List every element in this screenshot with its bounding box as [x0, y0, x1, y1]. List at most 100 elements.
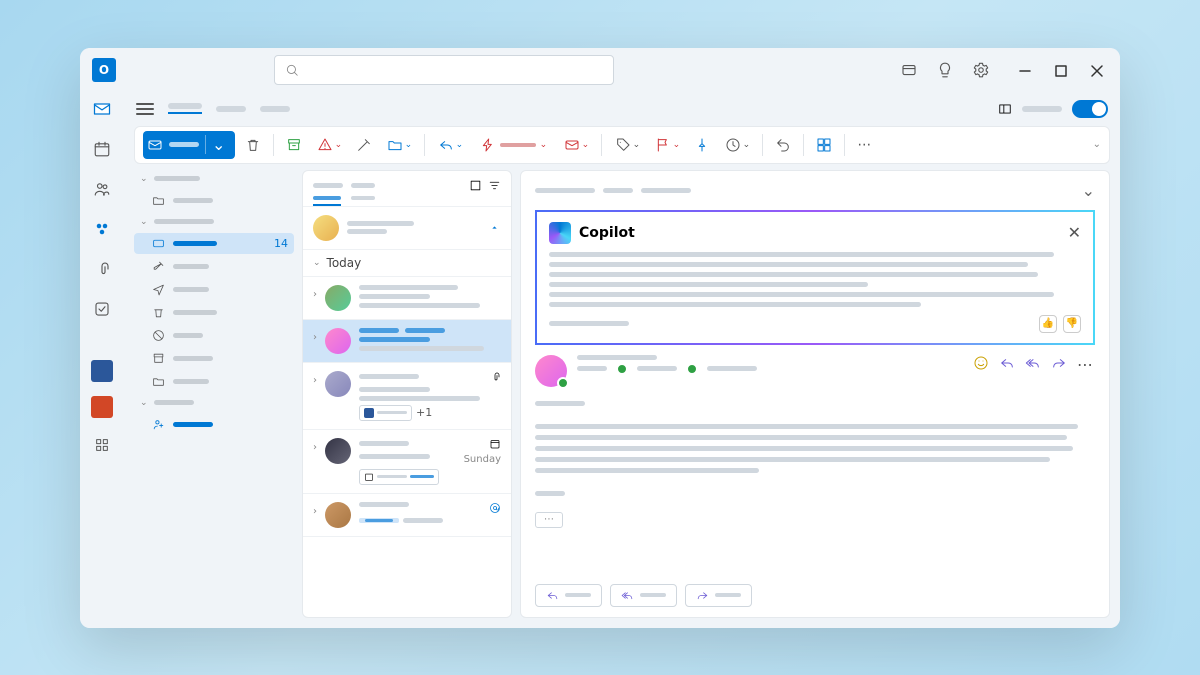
- snooze-button[interactable]: ⌄: [720, 133, 754, 157]
- powerpoint-app-icon[interactable]: [91, 396, 113, 418]
- layout-label: [1022, 106, 1062, 112]
- expand-chevron[interactable]: ›: [313, 328, 317, 343]
- more-actions[interactable]: ⋯: [1077, 355, 1095, 375]
- reply-button[interactable]: ⌄: [433, 133, 467, 157]
- read-unread-button[interactable]: ⌄: [559, 133, 593, 157]
- email-body: ⋯: [535, 397, 1095, 574]
- expand-chevron[interactable]: ›: [313, 438, 317, 453]
- thumbs-up-button[interactable]: 👍: [1039, 315, 1057, 333]
- pinned-item[interactable]: [303, 207, 511, 250]
- avatar: [325, 438, 351, 464]
- app-rail: [80, 92, 124, 628]
- ribbon-collapse-chevron[interactable]: ⌄: [1093, 139, 1101, 150]
- expand-chevron[interactable]: ›: [313, 285, 317, 300]
- rail-groups[interactable]: [89, 216, 115, 242]
- rail-files[interactable]: [89, 256, 115, 282]
- outlook-window: O: [80, 48, 1120, 628]
- rail-mail[interactable]: [89, 96, 115, 122]
- reply-button-footer[interactable]: [535, 584, 602, 607]
- folder-archive[interactable]: [134, 348, 294, 369]
- expand-chevron[interactable]: ›: [313, 502, 317, 517]
- rail-people[interactable]: [89, 176, 115, 202]
- titlebar: O: [80, 48, 1120, 92]
- folder-junk[interactable]: [134, 325, 294, 346]
- message-item-5[interactable]: ›: [303, 494, 511, 537]
- thumbs-down-button[interactable]: 👎: [1063, 315, 1081, 333]
- folder-deleted[interactable]: [134, 302, 294, 323]
- sweep-button[interactable]: [352, 133, 376, 157]
- folder-drafts[interactable]: [134, 256, 294, 277]
- groups-group[interactable]: ⌄: [134, 394, 294, 412]
- folder-favorite-1[interactable]: [134, 190, 294, 211]
- focused-tab[interactable]: [313, 196, 341, 206]
- folder-inbox[interactable]: 14: [134, 233, 294, 254]
- message-list: ⌄Today › › ›: [302, 170, 512, 618]
- sender-avatar: [535, 355, 567, 387]
- outlook-logo: O: [92, 58, 116, 82]
- message-item-3[interactable]: › +1: [303, 363, 511, 430]
- gear-icon[interactable]: [972, 61, 990, 79]
- other-tab[interactable]: [351, 196, 375, 200]
- avatar: [313, 215, 339, 241]
- pin-button[interactable]: [690, 133, 714, 157]
- more-apps-icon[interactable]: [89, 432, 115, 458]
- rail-todo[interactable]: [89, 296, 115, 322]
- undo-button[interactable]: [771, 133, 795, 157]
- filter-icon[interactable]: [488, 179, 501, 192]
- react-button[interactable]: [973, 355, 989, 375]
- inbox-count: 14: [274, 237, 288, 250]
- pin-icon: [488, 221, 501, 234]
- premium-icon[interactable]: [900, 61, 918, 79]
- copilot-close-button[interactable]: ✕: [1068, 223, 1081, 242]
- account-group[interactable]: ⌄: [134, 213, 294, 231]
- reply-all-button-footer[interactable]: [610, 584, 677, 607]
- add-group[interactable]: [134, 414, 294, 435]
- reply-all-action[interactable]: [1025, 355, 1041, 375]
- message-item-2[interactable]: ›: [303, 320, 511, 363]
- message-item-1[interactable]: ›: [303, 277, 511, 320]
- maximize-button[interactable]: [1054, 63, 1068, 77]
- report-button[interactable]: ⌄: [312, 133, 346, 157]
- word-app-icon[interactable]: [91, 360, 113, 382]
- tab-row: [124, 92, 1120, 126]
- rail-calendar[interactable]: [89, 136, 115, 162]
- view-settings-button[interactable]: [812, 133, 836, 157]
- flag-button[interactable]: ⌄: [650, 133, 684, 157]
- today-section[interactable]: ⌄Today: [303, 250, 511, 277]
- hamburger-button[interactable]: [136, 103, 154, 115]
- message-item-4[interactable]: › Sunday: [303, 430, 511, 494]
- reply-action[interactable]: [999, 355, 1015, 375]
- forward-button-footer[interactable]: [685, 584, 752, 607]
- tab-help[interactable]: [260, 106, 290, 112]
- expand-chevron[interactable]: ›: [313, 371, 317, 386]
- lightbulb-icon[interactable]: [936, 61, 954, 79]
- archive-button[interactable]: [282, 133, 306, 157]
- folder-pane: ⌄ ⌄ 14 ⌄: [134, 170, 294, 618]
- tag-button[interactable]: ⌄: [610, 133, 644, 157]
- attachment-chip[interactable]: [359, 405, 412, 421]
- minimize-button[interactable]: [1018, 63, 1032, 77]
- quicksteps-button[interactable]: ⌄: [473, 133, 553, 157]
- tab-home[interactable]: [168, 103, 202, 114]
- folder-custom[interactable]: [134, 371, 294, 392]
- folder-sent[interactable]: [134, 279, 294, 300]
- move-to-button[interactable]: ⌄: [382, 133, 416, 157]
- tab-view[interactable]: [216, 106, 246, 112]
- select-icon[interactable]: [469, 179, 482, 192]
- forward-action[interactable]: [1051, 355, 1067, 375]
- meeting-chip[interactable]: [359, 469, 439, 485]
- search-input[interactable]: [274, 55, 614, 85]
- collapse-chevron[interactable]: ⌄: [1082, 181, 1095, 200]
- ribbon: ⌄ ⌄ ⌄ ⌄ ⌄ ⌄ ⌄ ⌄ ⌄: [134, 126, 1110, 164]
- new-mail-label: [169, 142, 199, 147]
- close-button[interactable]: [1090, 63, 1104, 77]
- reading-pane-toggle[interactable]: [1072, 100, 1108, 118]
- new-mail-button[interactable]: ⌄: [143, 131, 235, 159]
- new-mail-chevron[interactable]: ⌄: [205, 135, 231, 154]
- delete-button[interactable]: [241, 133, 265, 157]
- show-more-button[interactable]: ⋯: [535, 512, 563, 528]
- calendar-icon: [489, 438, 501, 450]
- more-button[interactable]: ⋯: [853, 133, 877, 157]
- favorites-group[interactable]: ⌄: [134, 170, 294, 188]
- layout-icon[interactable]: [998, 102, 1012, 116]
